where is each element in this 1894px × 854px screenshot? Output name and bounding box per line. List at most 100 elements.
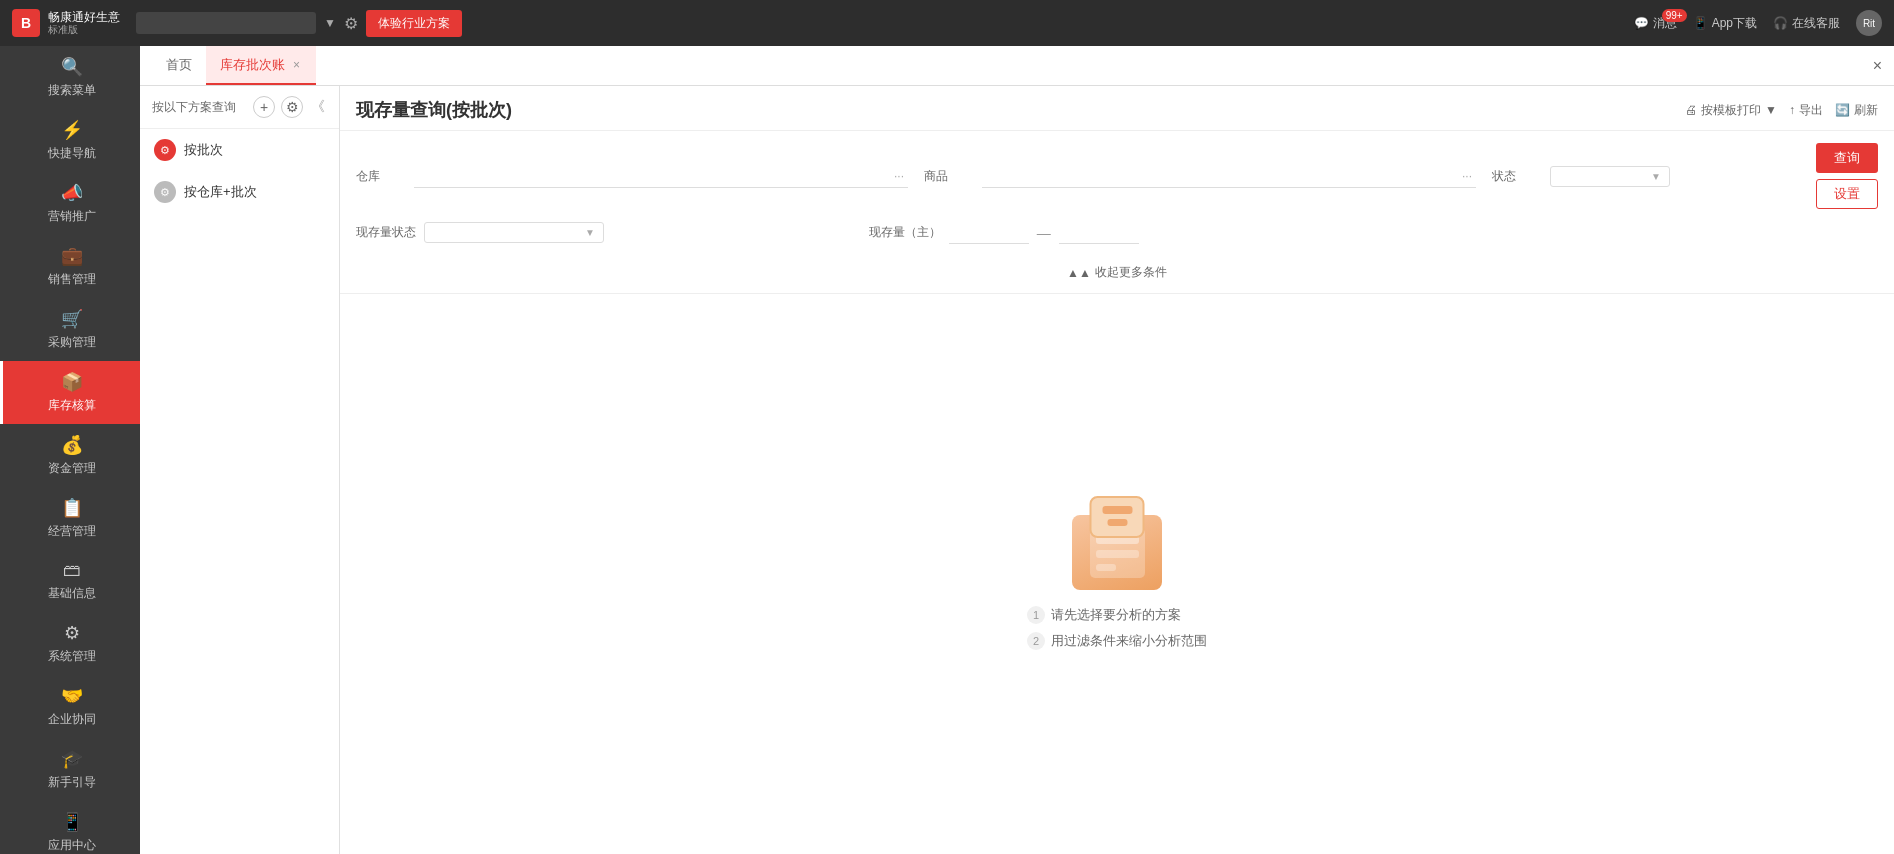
megaphone-icon: 📣 — [61, 182, 83, 204]
message-badge: 99+ — [1662, 9, 1687, 22]
refresh-icon: 🔄 — [1835, 103, 1850, 117]
message-btn[interactable]: 💬 消息 99+ — [1634, 15, 1677, 32]
print-icon: 🖨 — [1685, 103, 1697, 117]
sidebar-item-newguide[interactable]: 🎓 新手引导 — [0, 738, 140, 801]
system-icon: ⚙ — [64, 622, 80, 644]
sidebar-item-system[interactable]: ⚙ 系统管理 — [0, 612, 140, 675]
phone-icon: 📱 — [1693, 16, 1708, 30]
sidebar-item-appcenter[interactable]: 📱 应用中心 — [0, 801, 140, 854]
sidebar-item-enterprise[interactable]: 🤝 企业协同 — [0, 675, 140, 738]
status-filter: 状态 ▼ — [1492, 166, 1792, 187]
action-buttons: 查询 设置 — [1816, 143, 1878, 209]
money-icon: 💰 — [61, 434, 83, 456]
stock-main-from-input[interactable] — [949, 221, 1029, 244]
topbar-gear-btn[interactable]: ⚙ — [344, 14, 358, 33]
database-icon: 🗃 — [63, 560, 81, 581]
app-download-btn[interactable]: 📱 App下载 — [1693, 15, 1757, 32]
flash-icon: ⚡ — [61, 119, 83, 141]
add-scheme-btn[interactable]: + — [253, 96, 275, 118]
stock-status-dropdown-icon: ▼ — [585, 227, 595, 238]
sidebar-item-search[interactable]: 🔍 搜索菜单 — [0, 46, 140, 109]
settings-scheme-btn[interactable]: ⚙ — [281, 96, 303, 118]
filter-row-2: 现存量状态 ▼ 现存量（主） — — [356, 221, 1878, 244]
scheme-by-batch[interactable]: ⚙ 按批次 — [140, 129, 339, 171]
hint-item-1: 1 请先选择要分析的方案 — [1027, 606, 1207, 624]
warehouse-more-btn[interactable]: ··· — [894, 169, 904, 183]
scheme-panel-header: 按以下方案查询 + ⚙ 《 — [140, 86, 339, 129]
main-layout: 🔍 搜索菜单 ⚡ 快捷导航 📣 营销推广 💼 销售管理 🛒 采购管理 📦 库存核… — [0, 46, 1894, 854]
scheme-by-warehouse-batch[interactable]: ⚙ 按仓库+批次 — [140, 171, 339, 213]
stock-main-filter: 现存量（主） — — [869, 221, 1366, 244]
query-header: 现存量查询(按批次) 🖨 按模板打印 ▼ ↑ 导出 🔄 — [340, 86, 1894, 131]
sidebar-item-finance[interactable]: 💰 资金管理 — [0, 424, 140, 487]
search-dropdown-btn[interactable]: ▼ — [324, 16, 336, 30]
status-dropdown-icon: ▼ — [1651, 171, 1661, 182]
product-filter: 商品 ··· — [924, 165, 1476, 188]
product-input[interactable] — [982, 165, 1476, 188]
collapse-scheme-icon[interactable]: 《 — [309, 96, 327, 118]
setting-btn[interactable]: 设置 — [1816, 179, 1878, 209]
warehouse-input[interactable] — [414, 165, 908, 188]
panel-close-btn[interactable]: × — [1873, 57, 1882, 75]
tab-batch-account[interactable]: 库存批次账 × — [206, 46, 316, 85]
scheme-actions: + ⚙ 《 — [253, 96, 327, 118]
headset-icon: 🎧 — [1773, 16, 1788, 30]
sidebar-item-inventory[interactable]: 📦 库存核算 — [0, 361, 140, 424]
filter-row-1: 仓库 ··· 商品 ··· — [356, 143, 1878, 209]
empty-illustration — [1057, 490, 1177, 590]
product-input-wrapper: ··· — [982, 165, 1476, 188]
filter-area: 仓库 ··· 商品 ··· — [340, 131, 1894, 294]
gear-icon: ⚙ — [344, 15, 358, 32]
experience-btn[interactable]: 体验行业方案 — [366, 10, 462, 37]
search-icon: 🔍 — [61, 56, 83, 78]
collapse-more-btn[interactable]: ▲▲ 收起更多条件 — [1067, 264, 1167, 281]
sidebar-item-operations[interactable]: 📋 经营管理 — [0, 487, 140, 550]
scheme-red-icon: ⚙ — [154, 139, 176, 161]
sidebar-item-quicknav[interactable]: ⚡ 快捷导航 — [0, 109, 140, 172]
status-select[interactable]: ▼ — [1550, 166, 1670, 187]
avatar: Rit — [1856, 10, 1882, 36]
message-icon: 💬 — [1634, 16, 1649, 30]
appcenter-icon: 📱 — [61, 811, 83, 833]
global-search-input[interactable] — [136, 12, 316, 34]
stock-main-to-input[interactable] — [1059, 221, 1139, 244]
stock-status-filter: 现存量状态 ▼ — [356, 222, 853, 243]
scheme-gray-icon: ⚙ — [154, 181, 176, 203]
collapse-up-icon: ▲▲ — [1067, 266, 1091, 280]
sidebar-item-marketing[interactable]: 📣 营销推广 — [0, 172, 140, 235]
query-btn[interactable]: 查询 — [1816, 143, 1878, 173]
empty-state: 1 请先选择要分析的方案 2 用过滤条件来缩小分析范围 — [340, 294, 1894, 854]
export-icon: ↑ — [1789, 103, 1795, 117]
scheme-panel: 按以下方案查询 + ⚙ 《 ⚙ 按批次 ⚙ 按仓库+批次 — [140, 86, 340, 854]
sidebar-item-sales[interactable]: 💼 销售管理 — [0, 235, 140, 298]
sidebar: 🔍 搜索菜单 ⚡ 快捷导航 📣 营销推广 💼 销售管理 🛒 采购管理 📦 库存核… — [0, 46, 140, 854]
query-area: 现存量查询(按批次) 🖨 按模板打印 ▼ ↑ 导出 🔄 — [340, 86, 1894, 854]
hint-item-2: 2 用过滤条件来缩小分析范围 — [1027, 632, 1207, 650]
refresh-btn[interactable]: 🔄 刷新 — [1835, 102, 1878, 119]
cart-icon: 🛒 — [61, 308, 83, 330]
tab-close-btn[interactable]: × — [291, 58, 302, 72]
user-avatar[interactable]: Rit — [1856, 10, 1882, 36]
page-title: 现存量查询(按批次) — [356, 98, 512, 122]
box-icon: 📦 — [61, 371, 83, 393]
print-dropdown-icon: ▼ — [1765, 103, 1777, 117]
guide-icon: 🎓 — [61, 748, 83, 770]
sidebar-item-purchase[interactable]: 🛒 采购管理 — [0, 298, 140, 361]
warehouse-input-wrapper: ··· — [414, 165, 908, 188]
online-support-btn[interactable]: 🎧 在线客服 — [1773, 15, 1840, 32]
tab-bar: 首页 库存批次账 × × — [140, 46, 1894, 86]
app-logo: B — [12, 9, 40, 37]
topbar: B 畅康通好生意 标准版 ▼ ⚙ 体验行业方案 💬 消息 99+ 📱 App下载… — [0, 0, 1894, 46]
main-content: 按以下方案查询 + ⚙ 《 ⚙ 按批次 ⚙ 按仓库+批次 — [140, 86, 1894, 854]
topbar-actions: 💬 消息 99+ 📱 App下载 🎧 在线客服 Rit — [1634, 10, 1882, 36]
product-more-btn[interactable]: ··· — [1462, 169, 1472, 183]
briefcase-icon: 💼 — [61, 245, 83, 267]
header-actions: 🖨 按模板打印 ▼ ↑ 导出 🔄 刷新 — [1685, 102, 1878, 119]
stock-status-select[interactable]: ▼ — [424, 222, 604, 243]
export-btn[interactable]: ↑ 导出 — [1789, 102, 1823, 119]
print-btn[interactable]: 🖨 按模板打印 ▼ — [1685, 102, 1777, 119]
sidebar-item-basics[interactable]: 🗃 基础信息 — [0, 550, 140, 612]
content-area: 首页 库存批次账 × × 按以下方案查询 + ⚙ 《 — [140, 46, 1894, 854]
tab-home[interactable]: 首页 — [152, 46, 206, 85]
chevron-down-icon: ▼ — [324, 16, 336, 30]
